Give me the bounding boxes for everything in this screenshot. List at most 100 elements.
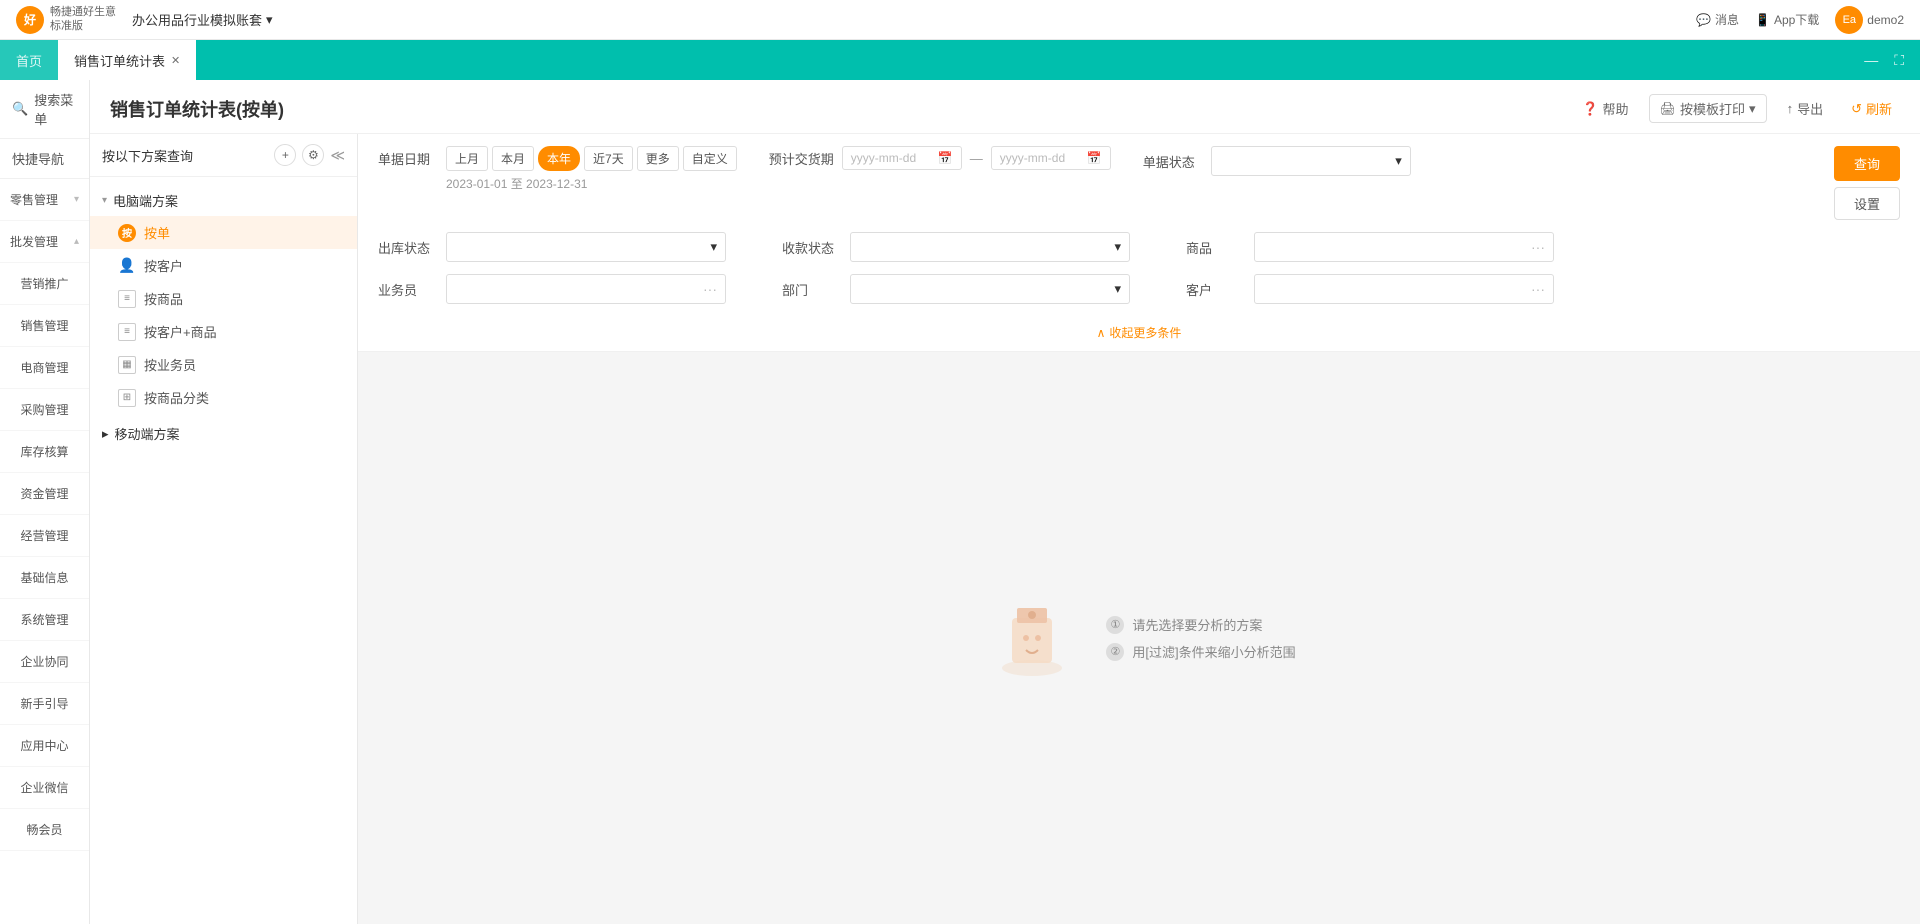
- last-7-days-button[interactable]: 近7天: [584, 146, 633, 171]
- ship-status-select[interactable]: ▾: [446, 232, 726, 262]
- calendar-icon: 📅: [1087, 151, 1102, 165]
- sidebar-item-system[interactable]: 系统管理: [0, 599, 89, 641]
- more-icon: ···: [1531, 281, 1545, 297]
- scheme-item-by-customer[interactable]: 👤 按客户: [90, 249, 357, 282]
- more-icon: ···: [703, 281, 717, 297]
- main-content-row: 按以下方案查询 + ⚙ ≪ ▾: [90, 134, 1920, 924]
- scheme-icon-by-product: ≡: [118, 290, 136, 308]
- sidebar-item-operation[interactable]: 经营管理: [0, 515, 89, 557]
- scheme-item-by-order[interactable]: 按 按单: [90, 216, 357, 249]
- date-filter-top: 单据日期 上月 本月 本年 近7天 更多 自定义: [378, 146, 737, 171]
- top-bar-right: 💬 消息 📱 App下载 Ea demo2: [1696, 6, 1904, 34]
- scheme-icon-by-order: 按: [118, 224, 136, 242]
- sidebar-item-marketing[interactable]: 营销推广: [0, 263, 89, 305]
- expected-delivery-group: 预计交货期 yyyy-mm-dd 📅 — yyyy-mm-dd 📅: [769, 146, 1111, 170]
- workspace-selector[interactable]: 办公用品行业模拟账套 ▾: [124, 6, 281, 33]
- payment-status-group: 收款状态 ▾: [782, 232, 1130, 262]
- quick-nav-item[interactable]: 快捷导航: [0, 139, 89, 179]
- sidebar-item-appstore[interactable]: 应用中心: [0, 725, 89, 767]
- this-month-button[interactable]: 本月: [492, 146, 534, 171]
- message-icon: 💬: [1696, 13, 1711, 27]
- salesperson-input[interactable]: ···: [446, 274, 726, 304]
- sidebar-item-retail[interactable]: 零售管理 ▾: [0, 179, 89, 221]
- ship-status-group: 出库状态 ▾: [378, 232, 726, 262]
- close-tab-icon[interactable]: ✕: [171, 54, 180, 67]
- help-button[interactable]: ❓ 帮助: [1574, 95, 1636, 122]
- salesperson-group: 业务员 ···: [378, 274, 726, 304]
- nav-tabs-right: — ⛶: [1860, 48, 1920, 73]
- page-title: 销售订单统计表(按单): [110, 96, 284, 122]
- scheme-group-pc-header[interactable]: ▾ 电脑端方案: [90, 185, 357, 216]
- sidebar-item-wholesale[interactable]: 批发管理 ▴: [0, 221, 89, 263]
- payment-status-select[interactable]: ▾: [850, 232, 1130, 262]
- dept-select[interactable]: ▾: [850, 274, 1130, 304]
- scheme-item-by-cust-prod[interactable]: ≡ 按客户+商品: [90, 315, 357, 348]
- custom-date-button[interactable]: 自定义: [683, 146, 737, 171]
- sidebar-item-finance[interactable]: 资金管理: [0, 473, 89, 515]
- tab-home[interactable]: 首页: [0, 40, 58, 80]
- sidebar-item-wechat[interactable]: 企业微信: [0, 767, 89, 809]
- refresh-button[interactable]: ↺ 刷新: [1843, 95, 1900, 122]
- delivery-date-start[interactable]: yyyy-mm-dd 📅: [842, 146, 962, 170]
- more-date-button[interactable]: 更多: [637, 146, 679, 171]
- app-download-button[interactable]: 📱 App下载: [1755, 11, 1819, 28]
- sidebar-item-purchase[interactable]: 采购管理: [0, 389, 89, 431]
- filter-row-3: 业务员 ··· 部门 ▾: [378, 274, 1900, 304]
- chevron-down-icon: ▾: [1114, 281, 1121, 297]
- scheme-icon-by-category: ⊞: [118, 389, 136, 407]
- calendar-icon: 📅: [938, 151, 953, 165]
- scheme-group-mobile-header[interactable]: ▸ 移动端方案: [90, 418, 357, 449]
- collapse-panel-button[interactable]: ≪: [330, 147, 345, 164]
- export-button[interactable]: ↑ 导出: [1779, 95, 1832, 122]
- product-input[interactable]: ···: [1254, 232, 1554, 262]
- date-filter-group: 单据日期 上月 本月 本年 近7天 更多 自定义: [378, 146, 737, 192]
- scheme-actions: + ⚙ ≪: [274, 144, 345, 166]
- query-button[interactable]: 查询: [1834, 146, 1900, 181]
- search-menu-item[interactable]: 🔍 搜索菜单: [0, 80, 89, 139]
- order-status-group: 单据状态 ▾: [1143, 146, 1411, 176]
- sidebar-item-enterprise[interactable]: 企业协同: [0, 641, 89, 683]
- empty-state: ① 请先选择要分析的方案 ② 用[过滤]条件来缩小分析范围: [982, 588, 1295, 688]
- scheme-item-by-salesperson[interactable]: ▦ 按业务员: [90, 348, 357, 381]
- sidebar-item-ecommerce[interactable]: 电商管理: [0, 347, 89, 389]
- nav-tabs: 首页 销售订单统计表 ✕ — ⛶: [0, 40, 1920, 80]
- message-button[interactable]: 💬 消息: [1696, 11, 1739, 28]
- delivery-date-end[interactable]: yyyy-mm-dd 📅: [991, 146, 1111, 170]
- print-button[interactable]: 🖨 按模板打印 ▾: [1649, 94, 1767, 123]
- scheme-icon-by-cust-prod: ≡: [118, 323, 136, 341]
- scheme-item-by-category[interactable]: ⊞ 按商品分类: [90, 381, 357, 414]
- last-month-button[interactable]: 上月: [446, 146, 488, 171]
- customer-input[interactable]: ···: [1254, 274, 1554, 304]
- query-buttons: 查询 设置: [1834, 146, 1900, 220]
- collapse-filters-button[interactable]: ∧ 收起更多条件: [378, 316, 1900, 351]
- empty-illustration: [982, 588, 1082, 688]
- left-panel: 按以下方案查询 + ⚙ ≪ ▾: [90, 134, 358, 924]
- empty-tips: ① 请先选择要分析的方案 ② 用[过滤]条件来缩小分析范围: [1106, 615, 1295, 661]
- add-scheme-button[interactable]: +: [274, 144, 296, 166]
- empty-tip-2: ② 用[过滤]条件来缩小分析范围: [1106, 642, 1295, 661]
- filter-row-1: 单据日期 上月 本月 本年 近7天 更多 自定义: [378, 146, 1900, 220]
- sidebar-item-inventory[interactable]: 库存核算: [0, 431, 89, 473]
- logo-text: 畅捷通好生意 标准版: [50, 6, 116, 32]
- avatar: Ea: [1835, 6, 1863, 34]
- user-menu[interactable]: Ea demo2: [1835, 6, 1904, 34]
- setting-button[interactable]: 设置: [1834, 187, 1900, 220]
- this-year-button[interactable]: 本年: [538, 146, 580, 171]
- maximize-icon[interactable]: ⛶: [1890, 48, 1908, 73]
- sidebar-item-basic[interactable]: 基础信息: [0, 557, 89, 599]
- filter-area: 单据日期 上月 本月 本年 近7天 更多 自定义: [358, 134, 1920, 352]
- sidebar-item-vip[interactable]: 畅会员: [0, 809, 89, 851]
- main-layout: 🔍 搜索菜单 快捷导航 零售管理 ▾ 批发管理 ▴ 营销推广 销售管理 电商管理…: [0, 80, 1920, 924]
- left-panel-header: 按以下方案查询 + ⚙ ≪: [90, 134, 357, 177]
- sidebar-item-sales[interactable]: 销售管理: [0, 305, 89, 347]
- date-quick-buttons: 上月 本月 本年 近7天 更多 自定义: [446, 146, 737, 171]
- chevron-down-icon: ▾: [710, 239, 717, 255]
- scheme-item-by-product[interactable]: ≡ 按商品: [90, 282, 357, 315]
- tab-sales-order-stat[interactable]: 销售订单统计表 ✕: [58, 40, 196, 80]
- order-status-select[interactable]: ▾: [1211, 146, 1411, 176]
- minimize-icon[interactable]: —: [1860, 48, 1882, 72]
- dept-group: 部门 ▾: [782, 274, 1130, 304]
- settings-scheme-button[interactable]: ⚙: [302, 144, 324, 166]
- export-icon: ↑: [1787, 101, 1794, 116]
- sidebar-item-guide[interactable]: 新手引导: [0, 683, 89, 725]
